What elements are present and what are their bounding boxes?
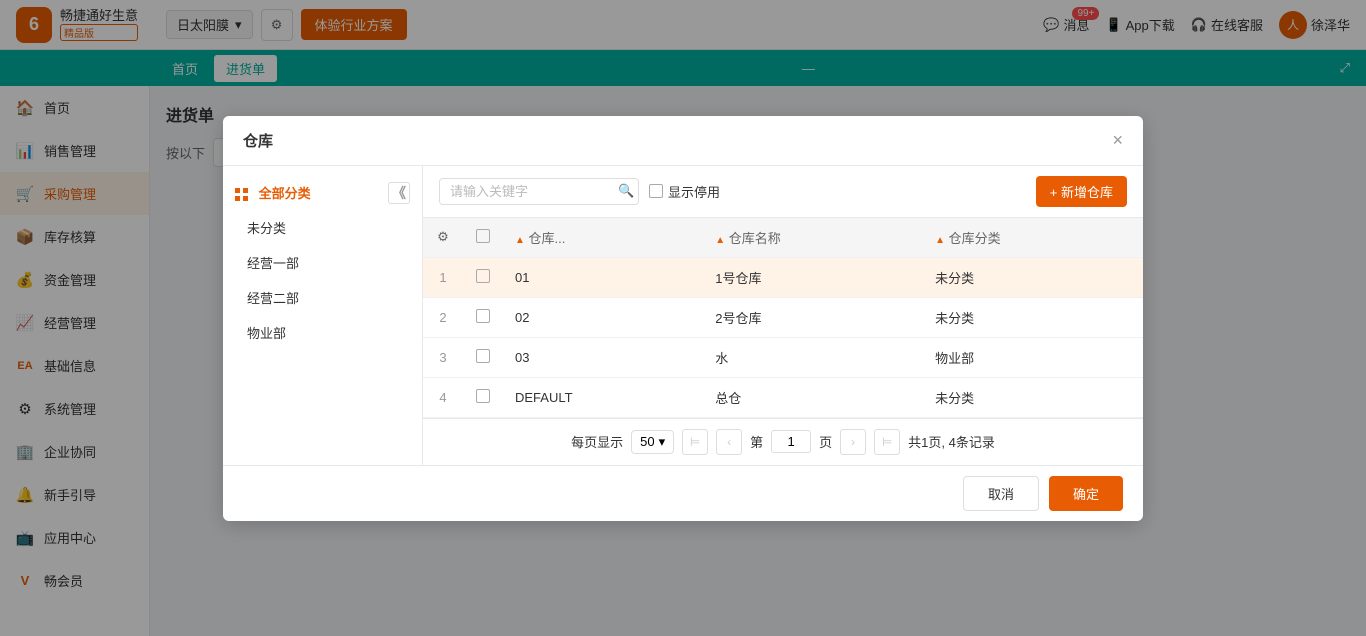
sort-icon-category: ▲ bbox=[935, 235, 945, 246]
row-checkbox[interactable] bbox=[463, 297, 503, 337]
col-header-category: ▲ 仓库分类 bbox=[923, 218, 1143, 258]
row-category: 未分类 bbox=[923, 377, 1143, 417]
sort-icon-name: ▲ bbox=[715, 235, 725, 246]
modal-header: 仓库 × bbox=[223, 116, 1143, 166]
table-row[interactable]: 2 02 2号仓库 未分类 bbox=[423, 297, 1143, 337]
row-checkbox[interactable] bbox=[463, 337, 503, 377]
row-category: 未分类 bbox=[923, 297, 1143, 337]
row-code: DEFAULT bbox=[503, 377, 703, 417]
category-unclassified[interactable]: 未分类 bbox=[223, 210, 422, 245]
row-num: 1 bbox=[423, 257, 463, 297]
row-num: 4 bbox=[423, 377, 463, 417]
per-page-chevron: ▾ bbox=[659, 434, 666, 450]
row-name: 2号仓库 bbox=[703, 297, 923, 337]
modal-body: 全部分类 《 未分类 经营一部 经营二部 物业部 🔍 bbox=[223, 166, 1143, 465]
modal-actions: 取消 确定 bbox=[223, 465, 1143, 521]
per-page-label: 每页显示 bbox=[571, 432, 623, 451]
pagination: 每页显示 50 ▾ ⊨ ‹ 第 页 › ⊨ 共1页, 4条记录 bbox=[439, 429, 1127, 455]
row-name: 总仓 bbox=[703, 377, 923, 417]
row-category: 物业部 bbox=[923, 337, 1143, 377]
page-first-button[interactable]: ⊨ bbox=[682, 429, 708, 455]
category-dept1[interactable]: 经营一部 bbox=[223, 245, 422, 280]
table-panel: 🔍 显示停用 + 新增仓库 ⚙ bbox=[423, 166, 1143, 465]
page-unit: 页 bbox=[819, 432, 832, 451]
per-page-value: 50 bbox=[640, 434, 654, 449]
show-disabled-toggle[interactable]: 显示停用 bbox=[649, 182, 720, 201]
page-label: 第 bbox=[750, 432, 763, 451]
row-code: 02 bbox=[503, 297, 703, 337]
table-header-row: ⚙ ▲ 仓库... ▲ 仓库名称 bbox=[423, 218, 1143, 258]
col-header-name: ▲ 仓库名称 bbox=[703, 218, 923, 258]
search-input-wrap: 🔍 bbox=[439, 178, 639, 205]
modal-overlay: 仓库 × 全部分类 《 bbox=[0, 0, 1366, 636]
show-disabled-label: 显示停用 bbox=[668, 182, 720, 201]
confirm-button[interactable]: 确定 bbox=[1049, 476, 1123, 511]
table-wrap: ⚙ ▲ 仓库... ▲ 仓库名称 bbox=[423, 218, 1143, 418]
category-property[interactable]: 物业部 bbox=[223, 315, 422, 350]
all-category-label: 全部分类 bbox=[259, 186, 311, 201]
sort-icon-code: ▲ bbox=[515, 235, 525, 246]
col-header-code: ▲ 仓库... bbox=[503, 218, 703, 258]
add-warehouse-button[interactable]: + 新增仓库 bbox=[1036, 176, 1127, 207]
row-num: 3 bbox=[423, 337, 463, 377]
table-row[interactable]: 4 DEFAULT 总仓 未分类 bbox=[423, 377, 1143, 417]
category-panel: 全部分类 《 未分类 经营一部 经营二部 物业部 bbox=[223, 166, 423, 465]
row-name: 水 bbox=[703, 337, 923, 377]
row-num: 2 bbox=[423, 297, 463, 337]
col-header-gear: ⚙ bbox=[423, 218, 463, 258]
row-code: 03 bbox=[503, 337, 703, 377]
table-row[interactable]: 1 01 1号仓库 未分类 bbox=[423, 257, 1143, 297]
row-category: 未分类 bbox=[923, 257, 1143, 297]
row-code: 01 bbox=[503, 257, 703, 297]
per-page-select[interactable]: 50 ▾ bbox=[631, 430, 674, 454]
search-input[interactable] bbox=[440, 179, 610, 204]
warehouse-modal: 仓库 × 全部分类 《 bbox=[223, 116, 1143, 521]
total-info: 共1页, 4条记录 bbox=[908, 432, 995, 451]
row-checkbox[interactable] bbox=[463, 377, 503, 417]
table-toolbar: 🔍 显示停用 + 新增仓库 bbox=[423, 166, 1143, 218]
modal-title: 仓库 bbox=[243, 130, 273, 151]
warehouse-table: ⚙ ▲ 仓库... ▲ 仓库名称 bbox=[423, 218, 1143, 418]
category-collapse-button[interactable]: 《 bbox=[388, 182, 410, 204]
show-disabled-checkbox[interactable] bbox=[649, 184, 663, 198]
row-checkbox[interactable] bbox=[463, 257, 503, 297]
page-last-button[interactable]: ⊨ bbox=[874, 429, 900, 455]
page-number-input[interactable] bbox=[771, 430, 811, 453]
row-name: 1号仓库 bbox=[703, 257, 923, 297]
modal-close-button[interactable]: × bbox=[1112, 130, 1123, 151]
all-category-header[interactable]: 全部分类 《 bbox=[223, 176, 422, 210]
table-row[interactable]: 3 03 水 物业部 bbox=[423, 337, 1143, 377]
page-prev-button[interactable]: ‹ bbox=[716, 429, 742, 455]
search-icon[interactable]: 🔍 bbox=[610, 183, 639, 199]
page-next-button[interactable]: › bbox=[840, 429, 866, 455]
modal-footer: 每页显示 50 ▾ ⊨ ‹ 第 页 › ⊨ 共1页, 4条记录 bbox=[423, 418, 1143, 465]
cancel-button[interactable]: 取消 bbox=[963, 476, 1039, 511]
col-header-check bbox=[463, 218, 503, 258]
category-dept2[interactable]: 经营二部 bbox=[223, 280, 422, 315]
